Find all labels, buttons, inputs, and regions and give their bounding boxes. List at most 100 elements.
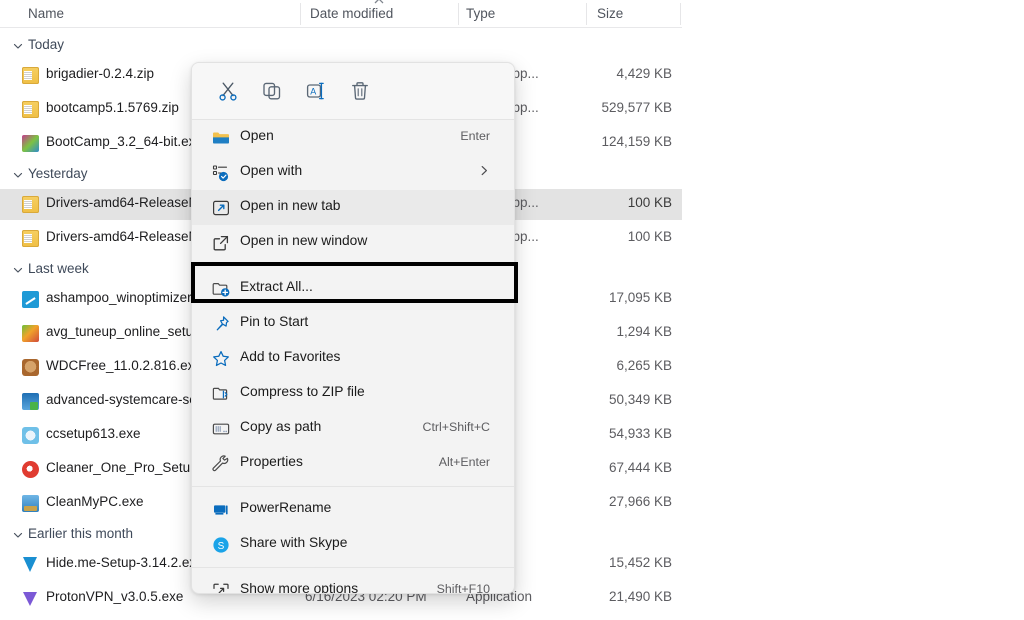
file-size: 100 KB — [556, 229, 672, 244]
menu-item-label: Open with — [240, 163, 302, 178]
menu-item-open-in-new-tab[interactable]: Open in new tab — [192, 190, 514, 225]
menu-divider — [192, 567, 514, 568]
column-header-type[interactable]: Type — [466, 6, 495, 21]
wdcfree-icon — [22, 359, 39, 376]
menu-item-shortcut: Enter — [460, 129, 490, 143]
context-menu-items: Open Enter Open with Open in new tab Open in… — [192, 120, 514, 594]
rename-button[interactable]: A — [298, 75, 334, 107]
open-with-icon — [212, 164, 230, 182]
svg-text:S: S — [218, 541, 225, 552]
menu-item-open[interactable]: Open Enter — [192, 120, 514, 155]
column-divider[interactable] — [300, 3, 301, 25]
menu-item-label: Extract All... — [240, 279, 313, 294]
cut-button[interactable] — [210, 75, 246, 107]
chevron-down-icon[interactable] — [12, 40, 24, 52]
file-size: 17,095 KB — [556, 290, 672, 305]
column-divider[interactable] — [458, 3, 459, 25]
menu-item-show-more-options[interactable]: Show more optionsShift+F10 — [192, 573, 514, 594]
zip-folder-icon — [22, 101, 39, 118]
chevron-down-icon[interactable] — [12, 264, 24, 276]
powerrename-icon — [212, 501, 230, 519]
avg-icon — [22, 325, 39, 342]
copy-path-icon — [212, 420, 230, 438]
menu-item-shortcut: Ctrl+Shift+C — [423, 420, 490, 434]
file-size: 4,429 KB — [556, 66, 672, 81]
menu-item-compress-to-zip-file[interactable]: Compress to ZIP file — [192, 376, 514, 411]
file-size: 50,349 KB — [556, 392, 672, 407]
column-header-name[interactable]: Name — [28, 6, 64, 21]
menu-item-label: Open — [240, 128, 274, 143]
menu-item-add-to-favorites[interactable]: Add to Favorites — [192, 341, 514, 376]
new-tab-icon — [212, 199, 230, 217]
file-group-label: Today — [28, 37, 64, 52]
column-divider[interactable] — [586, 3, 587, 25]
protonvpn-icon — [22, 590, 39, 607]
menu-item-properties[interactable]: Properties Alt+Enter — [192, 446, 514, 481]
file-group-header-today[interactable]: Today — [0, 34, 682, 58]
scissors-icon — [217, 80, 246, 102]
bootcamp-icon — [22, 135, 39, 152]
menu-item-open-in-new-window[interactable]: Open in new window — [192, 225, 514, 260]
menu-item-shortcut: Alt+Enter — [439, 455, 490, 469]
menu-item-label: Pin to Start — [240, 314, 308, 329]
menu-divider — [192, 265, 514, 266]
menu-item-label: PowerRename — [240, 500, 331, 515]
file-group-label: Last week — [28, 261, 89, 276]
file-size: 124,159 KB — [556, 134, 672, 149]
zip-folder-icon — [22, 230, 39, 247]
menu-item-label: Share with Skype — [240, 535, 347, 550]
delete-button[interactable] — [342, 75, 378, 107]
menu-item-share-with-skype[interactable]: S Share with Skype — [192, 527, 514, 562]
menu-item-label: Copy as path — [240, 419, 321, 434]
copy-button[interactable] — [254, 75, 290, 107]
extract-all-icon — [212, 280, 230, 298]
cleaner-one-icon — [22, 461, 39, 478]
trash-icon — [349, 80, 378, 102]
menu-divider — [192, 486, 514, 487]
file-group-label: Yesterday — [28, 166, 88, 181]
menu-item-label: Open in new tab — [240, 198, 340, 213]
svg-text:A: A — [310, 86, 316, 96]
folder-icon — [212, 129, 230, 147]
menu-item-pin-to-start[interactable]: Pin to Start — [192, 306, 514, 341]
file-size: 6,265 KB — [556, 358, 672, 373]
rename-icon: A — [305, 80, 334, 102]
new-window-icon — [212, 234, 230, 252]
zip-folder-icon — [22, 67, 39, 84]
menu-item-extract-all[interactable]: Extract All... — [192, 271, 514, 306]
chevron-right-icon — [479, 164, 490, 180]
file-size: 21,490 KB — [556, 589, 672, 604]
column-divider[interactable] — [680, 3, 681, 25]
menu-item-powerrename[interactable]: PowerRename — [192, 492, 514, 527]
cleanmypc-icon — [22, 495, 39, 512]
ashampoo-icon — [22, 291, 39, 308]
menu-item-label: Compress to ZIP file — [240, 384, 365, 399]
file-size: 529,577 KB — [556, 100, 672, 115]
file-size: 27,966 KB — [556, 494, 672, 509]
sort-chevron-up-icon — [372, 0, 386, 6]
menu-item-label: Open in new window — [240, 233, 367, 248]
show-more-icon — [212, 582, 230, 594]
file-size: 67,444 KB — [556, 460, 672, 475]
menu-item-label: Properties — [240, 454, 303, 469]
file-size: 1,294 KB — [556, 324, 672, 339]
hideme-icon — [22, 556, 39, 573]
column-header-date-modified[interactable]: Date modified — [310, 6, 393, 21]
file-size: 15,452 KB — [556, 555, 672, 570]
menu-item-open-with[interactable]: Open with — [192, 155, 514, 190]
menu-item-copy-as-path[interactable]: Copy as path Ctrl+Shift+C — [192, 411, 514, 446]
advanced-systemcare-icon — [22, 393, 39, 410]
file-explorer-window: Name Date modified Type Size Todaybrigad… — [0, 0, 1024, 620]
ccleaner-icon — [22, 427, 39, 444]
chevron-down-icon[interactable] — [12, 169, 24, 181]
pin-icon — [212, 315, 230, 333]
wrench-icon — [212, 455, 230, 473]
menu-item-shortcut: Shift+F10 — [437, 582, 490, 594]
file-size: 100 KB — [556, 195, 672, 210]
file-size: 54,933 KB — [556, 426, 672, 441]
skype-icon: S — [212, 536, 230, 554]
column-header-size[interactable]: Size — [597, 6, 623, 21]
chevron-down-icon[interactable] — [12, 529, 24, 541]
context-menu-toolbar: A — [192, 63, 514, 119]
menu-item-label: Add to Favorites — [240, 349, 340, 364]
